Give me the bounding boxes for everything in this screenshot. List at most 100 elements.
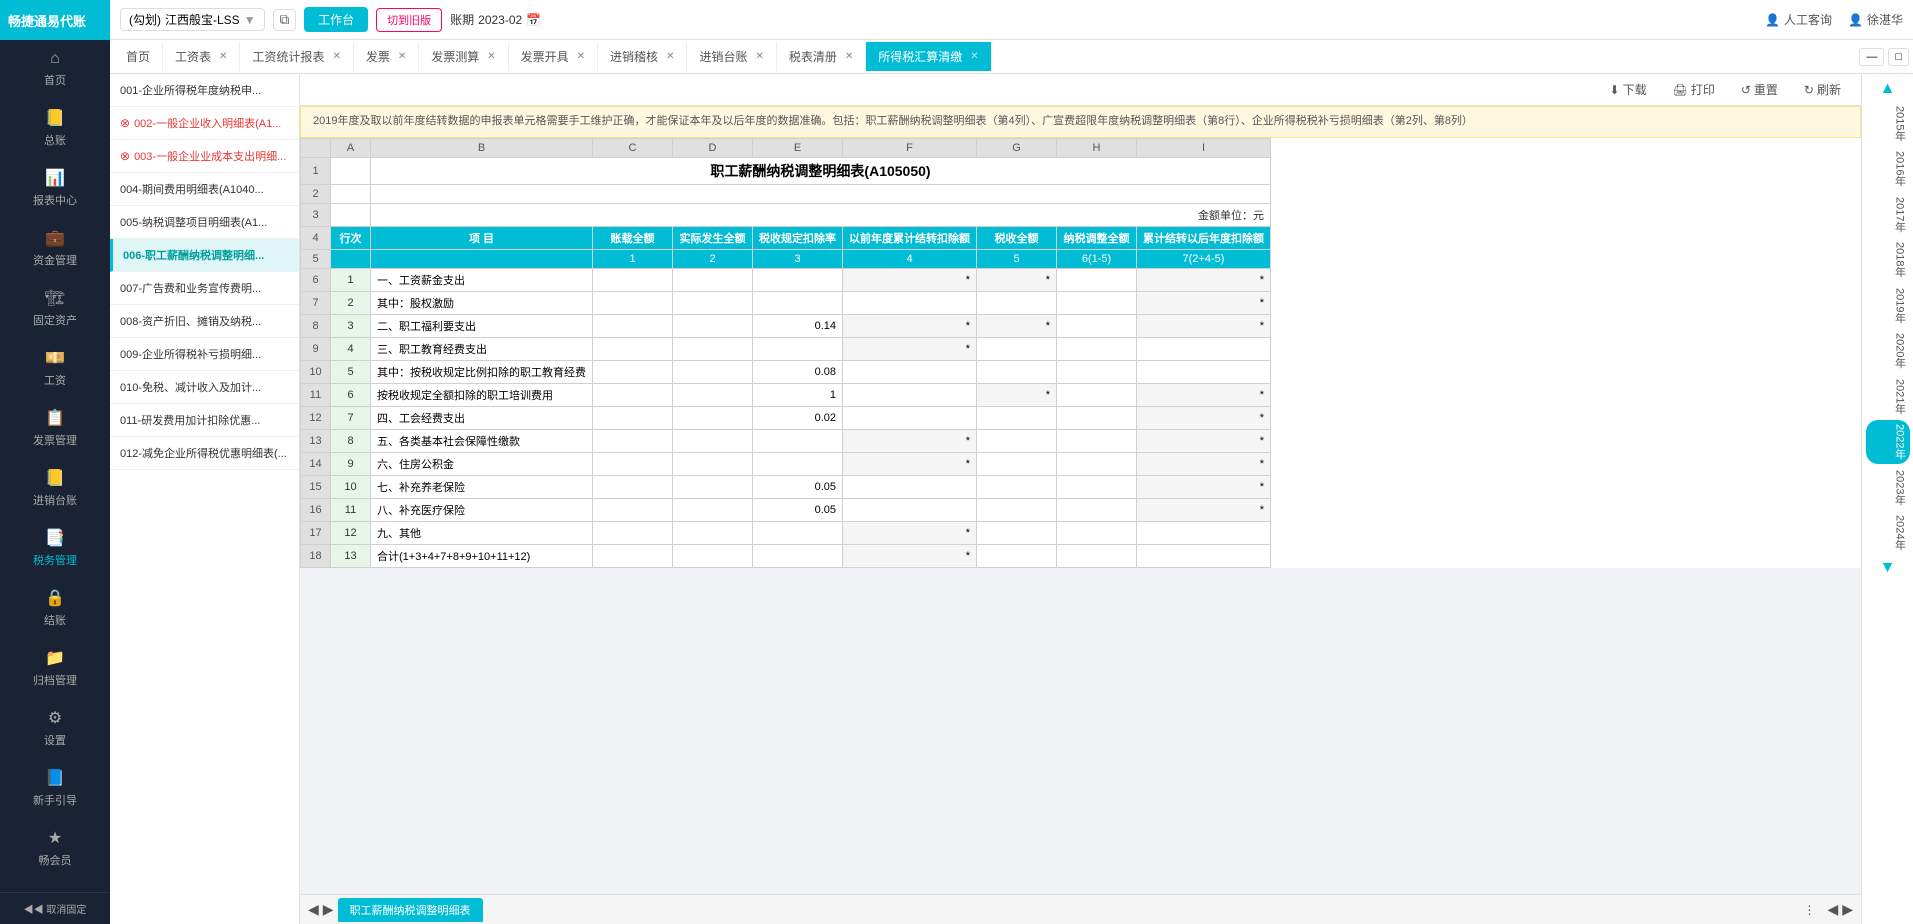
cancel-fixed-btn[interactable]: ◀◀ 取消固定 — [0, 892, 110, 924]
c1-17[interactable] — [593, 521, 673, 544]
c2-6[interactable] — [673, 268, 753, 291]
c1-6[interactable] — [593, 268, 673, 291]
nav-item-004[interactable]: 004-期间费用明细表(A1040... — [110, 173, 299, 206]
tab-open-close[interactable]: ✕ — [577, 51, 585, 62]
copy-button[interactable]: ⧉ — [273, 9, 297, 31]
c2-14[interactable] — [673, 452, 753, 475]
tab-invoice-calc[interactable]: 发票测算 ✕ — [419, 42, 508, 71]
company-selector[interactable]: (勾划) 江西般宝-LSS ▼ — [120, 8, 265, 31]
tab-purchase-check[interactable]: 进销稽核 ✕ — [598, 42, 687, 71]
c6-10[interactable] — [1057, 360, 1137, 383]
sheet-nav-left[interactable]: ◀ — [308, 901, 319, 918]
spreadsheet-container[interactable]: A B C D E F G H I — [300, 138, 1861, 894]
c6-7[interactable] — [1057, 291, 1137, 314]
year-2019[interactable]: 2019年 — [1866, 284, 1910, 327]
year-2017[interactable]: 2017年 — [1866, 193, 1910, 236]
year-down-btn[interactable]: ▼ — [1878, 557, 1898, 579]
c6-17[interactable] — [1057, 521, 1137, 544]
year-up-btn[interactable]: ▲ — [1878, 78, 1898, 100]
c5-18[interactable] — [977, 544, 1057, 567]
c4-7[interactable] — [843, 291, 977, 314]
tab-check-close[interactable]: ✕ — [666, 51, 674, 62]
c2-18[interactable] — [673, 544, 753, 567]
nav-item-003[interactable]: ⊗ 003-一般企业业成本支出明细... — [110, 140, 299, 173]
c3-10[interactable]: 0.08 — [753, 360, 843, 383]
nav-item-009[interactable]: 009-企业所得税补亏损明细... — [110, 338, 299, 371]
year-2023[interactable]: 2023年 — [1866, 466, 1910, 509]
nav-item-012[interactable]: 012-减免企业所得税优惠明细表(... — [110, 437, 299, 470]
c5-9[interactable] — [977, 337, 1057, 360]
c7-9[interactable] — [1137, 337, 1271, 360]
tab-minimize-btn[interactable]: — — [1859, 48, 1884, 66]
c4-15[interactable] — [843, 475, 977, 498]
year-2024[interactable]: 2024年 — [1866, 511, 1910, 554]
sheet-tab[interactable]: 职工薪酬纳税调整明细表 — [338, 898, 483, 922]
c6-12[interactable] — [1057, 406, 1137, 429]
print-btn[interactable]: 🖨 打印 — [1665, 78, 1723, 101]
c3-11[interactable]: 1 — [753, 383, 843, 406]
c3-8[interactable]: 0.14 — [753, 314, 843, 337]
c7-18[interactable] — [1137, 544, 1271, 567]
sidebar-item-ledger[interactable]: 📒 总账 — [0, 98, 110, 158]
c1-16[interactable] — [593, 498, 673, 521]
sidebar-item-fixed-asset[interactable]: 🏗 固定资产 — [0, 278, 110, 338]
c1-8[interactable] — [593, 314, 673, 337]
user-service-btn[interactable]: 👤 人工客询 — [1765, 11, 1832, 28]
c3-16[interactable]: 0.05 — [753, 498, 843, 521]
tab-income-close[interactable]: ✕ — [970, 51, 978, 62]
c2-7[interactable] — [673, 291, 753, 314]
c2-11[interactable] — [673, 383, 753, 406]
nav-item-002[interactable]: ⊗ 002-一般企业收入明细表(A1... — [110, 107, 299, 140]
tab-clear-close[interactable]: ✕ — [845, 51, 853, 62]
c7-10[interactable] — [1137, 360, 1271, 383]
year-2016[interactable]: 2016年 — [1866, 147, 1910, 190]
nav-item-006[interactable]: 006-职工薪酬纳税调整明细... — [110, 239, 299, 272]
c4-11[interactable] — [843, 383, 977, 406]
sidebar-item-archive[interactable]: 📁 归档管理 — [0, 638, 110, 698]
c3-17[interactable] — [753, 521, 843, 544]
c1-14[interactable] — [593, 452, 673, 475]
c3-18[interactable] — [753, 544, 843, 567]
c5-16[interactable] — [977, 498, 1057, 521]
c6-15[interactable] — [1057, 475, 1137, 498]
c6-16[interactable] — [1057, 498, 1137, 521]
c6-13[interactable] — [1057, 429, 1137, 452]
c6-14[interactable] — [1057, 452, 1137, 475]
tab-invoice-open[interactable]: 发票开具 ✕ — [509, 42, 598, 71]
download-btn[interactable]: ⬇ 下载 — [1602, 78, 1655, 101]
year-2015[interactable]: 2015年 — [1866, 102, 1910, 145]
workbench-button[interactable]: 工作台 — [304, 7, 368, 32]
tab-tax-clear[interactable]: 税表清册 ✕ — [777, 42, 866, 71]
c3-6[interactable] — [753, 268, 843, 291]
sidebar-item-tax[interactable]: 📑 税务管理 — [0, 518, 110, 578]
c5-15[interactable] — [977, 475, 1057, 498]
sidebar-item-invoice[interactable]: 📋 发票管理 — [0, 398, 110, 458]
c1-18[interactable] — [593, 544, 673, 567]
tab-ledger-close[interactable]: ✕ — [755, 51, 763, 62]
c6-18[interactable] — [1057, 544, 1137, 567]
sidebar-item-sales[interactable]: 📒 进销台账 — [0, 458, 110, 518]
tab-payroll[interactable]: 工资表 ✕ — [163, 42, 240, 71]
c6-9[interactable] — [1057, 337, 1137, 360]
scroll-far-right-icon[interactable]: ▶ — [1842, 901, 1853, 918]
sidebar-item-asset-mgmt[interactable]: 💼 资金管理 — [0, 218, 110, 278]
tab-income-tax[interactable]: 所得税汇算清缴 ✕ — [866, 42, 991, 71]
c5-10[interactable] — [977, 360, 1057, 383]
year-2020[interactable]: 2020年 — [1866, 329, 1910, 372]
year-2022[interactable]: 2022年 — [1866, 420, 1910, 463]
sidebar-item-home[interactable]: ⌂ 首页 — [0, 40, 110, 98]
tab-home[interactable]: 首页 — [114, 42, 163, 71]
c1-15[interactable] — [593, 475, 673, 498]
reset-btn[interactable]: ↺ 重置 — [1733, 78, 1786, 101]
sidebar-item-settings[interactable]: ⚙ 设置 — [0, 698, 110, 758]
c3-12[interactable]: 0.02 — [753, 406, 843, 429]
tab-payroll-close[interactable]: ✕ — [219, 51, 227, 62]
c1-7[interactable] — [593, 291, 673, 314]
year-2021[interactable]: 2021年 — [1866, 375, 1910, 418]
tab-invoice-close[interactable]: ✕ — [398, 51, 406, 62]
nav-item-008[interactable]: 008-资产折旧、摊销及纳税... — [110, 305, 299, 338]
tab-maximize-btn[interactable]: □ — [1888, 48, 1909, 66]
c4-16[interactable] — [843, 498, 977, 521]
c3-9[interactable] — [753, 337, 843, 360]
sidebar-item-report[interactable]: 📊 报表中心 — [0, 158, 110, 218]
